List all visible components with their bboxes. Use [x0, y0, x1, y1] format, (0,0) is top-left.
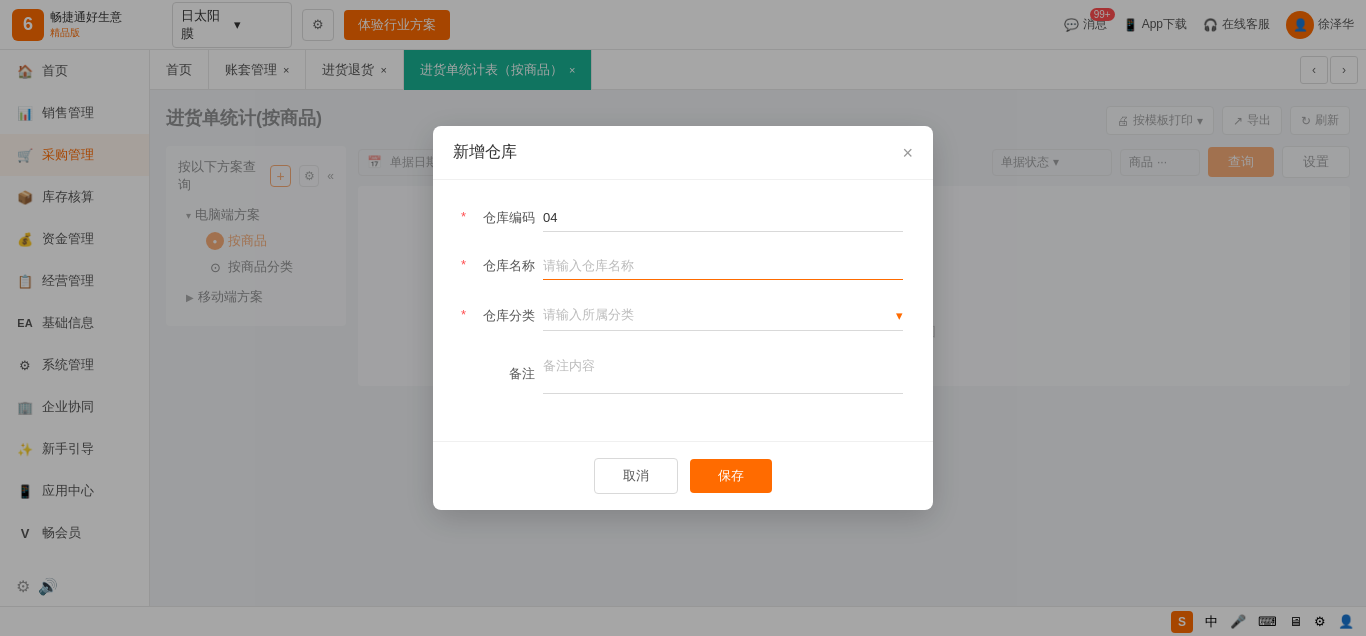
- code-label: 仓库编码: [463, 209, 543, 227]
- code-control: [543, 204, 903, 232]
- form-row-code: 仓库编码: [463, 204, 903, 232]
- category-control: 请输入所属分类 ▾: [543, 300, 903, 331]
- form-row-category: 仓库分类 请输入所属分类 ▾: [463, 300, 903, 331]
- remark-label: 备注: [463, 365, 543, 383]
- category-chevron-icon: ▾: [896, 308, 903, 323]
- modal-title: 新增仓库: [453, 142, 517, 163]
- save-button[interactable]: 保存: [690, 459, 772, 493]
- modal-footer: 取消 保存: [433, 441, 933, 510]
- remark-textarea[interactable]: [543, 351, 903, 394]
- form-row-name: 仓库名称: [463, 252, 903, 280]
- modal-body: 仓库编码 仓库名称 仓库分类 请输入所属分类 ▾: [433, 180, 933, 441]
- modal-overlay: 新增仓库 × 仓库编码 仓库名称 仓库分类: [0, 0, 1366, 636]
- name-label: 仓库名称: [463, 257, 543, 275]
- new-warehouse-modal: 新增仓库 × 仓库编码 仓库名称 仓库分类: [433, 126, 933, 510]
- category-placeholder: 请输入所属分类: [543, 306, 634, 324]
- name-control: [543, 252, 903, 280]
- warehouse-name-input[interactable]: [543, 252, 903, 280]
- category-label: 仓库分类: [463, 307, 543, 325]
- modal-close-button[interactable]: ×: [902, 144, 913, 162]
- category-select[interactable]: 请输入所属分类 ▾: [543, 300, 903, 331]
- cancel-button[interactable]: 取消: [594, 458, 678, 494]
- form-row-remark: 备注: [463, 351, 903, 397]
- remark-control: [543, 351, 903, 397]
- warehouse-code-input[interactable]: [543, 204, 903, 232]
- modal-header: 新增仓库 ×: [433, 126, 933, 180]
